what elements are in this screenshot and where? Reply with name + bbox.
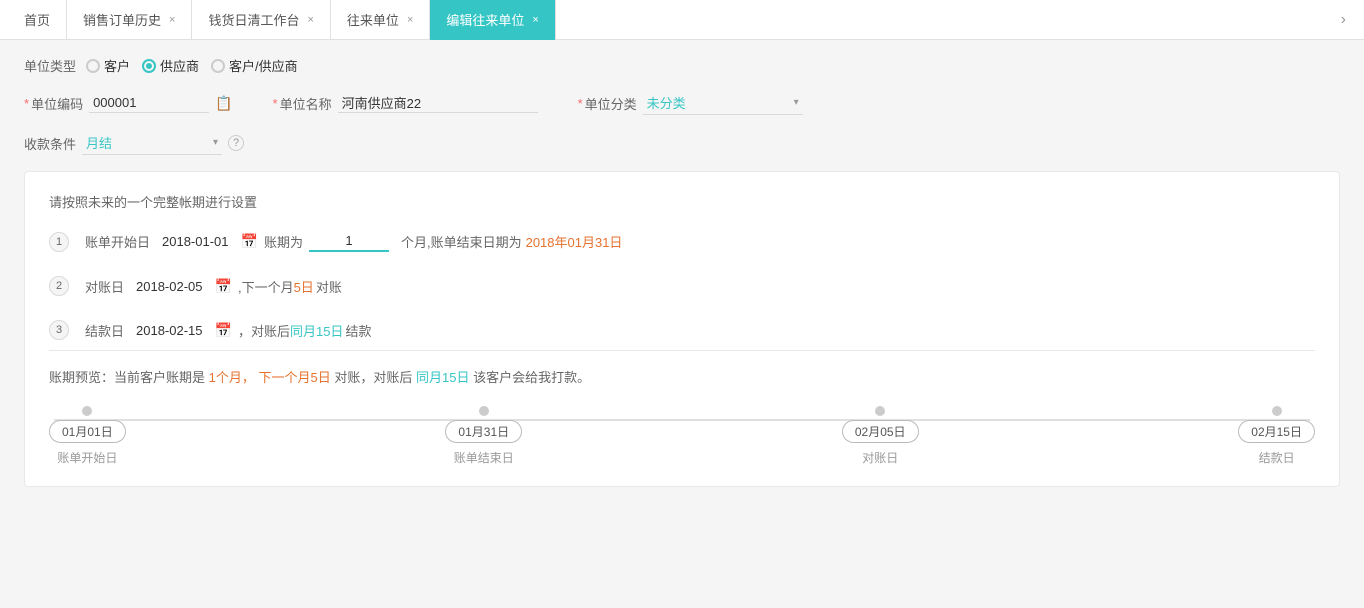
timeline-badge-1: 01月01日 — [49, 420, 126, 443]
tab-edit-partner[interactable]: 编辑往来单位 × — [430, 0, 555, 40]
code-field-group: * 单位编码 📋 — [24, 93, 233, 113]
card-title: 请按照未来的一个完整帐期进行设置 — [49, 192, 1315, 211]
name-input[interactable] — [338, 93, 538, 113]
radio-circle-both — [211, 59, 225, 73]
step3-date: 2018-02-15 — [136, 323, 203, 338]
close-tab-partner-unit[interactable]: × — [407, 14, 413, 26]
step2-calendar-icon[interactable]: 📅 — [215, 278, 232, 295]
step1-date: 2018-01-01 — [162, 234, 229, 249]
code-copy-icon[interactable]: 📋 — [215, 95, 232, 112]
tab-sales-history[interactable]: 销售订单历史 × — [67, 0, 192, 40]
step2-highlight: 5日 — [294, 277, 314, 296]
tab-more-button[interactable]: › — [1331, 11, 1356, 29]
step1-period-label: 账期为 — [264, 232, 303, 251]
step1-label: 账单开始日 — [85, 232, 150, 251]
payment-row: 收款条件 月结 ▾ ? — [24, 131, 1340, 155]
tab-cash-work[interactable]: 钱货日清工作台 × — [192, 0, 330, 40]
radio-label-customer: 客户 — [104, 56, 130, 75]
radio-customer[interactable]: 客户 — [86, 56, 130, 75]
payment-help-icon[interactable]: ? — [228, 135, 244, 151]
timeline-dot-1 — [82, 406, 92, 416]
category-value: 未分类 — [647, 93, 790, 112]
preview-prefix: 账期预览：当前客户账期是 — [49, 370, 205, 385]
timeline: 01月01日 账单开始日 01月31日 账单结束日 02月05日 对账日 — [49, 406, 1315, 466]
step2-label: 对账日 — [85, 277, 124, 296]
step3-calendar-icon[interactable]: 📅 — [215, 322, 232, 339]
preview-part3: 同月15日 — [416, 370, 469, 385]
timeline-items: 01月01日 账单开始日 01月31日 账单结束日 02月05日 对账日 — [49, 406, 1315, 466]
category-field-group: * 单位分类 未分类 ▾ — [578, 91, 803, 115]
code-label: 单位编码 — [31, 94, 83, 113]
timeline-label-2: 账单结束日 — [454, 449, 514, 466]
name-required-star: * — [273, 96, 278, 111]
step1-row: 1 账单开始日 2018-01-01 📅 账期为 个月,账单结束日期为 2018… — [49, 231, 1315, 252]
step3-row: 3 结款日 2018-02-15 📅 ，对账后 同月15日 结款 — [49, 320, 1315, 340]
preview-part2: 下一个月5日 — [259, 370, 331, 385]
step3-highlight: 同月15日 — [290, 321, 343, 340]
timeline-label-1: 账单开始日 — [57, 449, 117, 466]
settings-card: 请按照未来的一个完整帐期进行设置 1 账单开始日 2018-01-01 📅 账期… — [24, 171, 1340, 487]
step3-desc-prefix: ，对账后 — [238, 321, 290, 340]
timeline-point-4: 02月15日 结款日 — [1238, 406, 1315, 466]
category-select[interactable]: 未分类 ▾ — [643, 91, 803, 115]
radio-label-supplier: 供应商 — [160, 56, 199, 75]
category-chevron-icon: ▾ — [794, 97, 799, 108]
timeline-dot-4 — [1272, 406, 1282, 416]
payment-label: 收款条件 — [24, 134, 76, 153]
tab-home[interactable]: 首页 — [8, 0, 67, 40]
timeline-badge-2: 01月31日 — [445, 420, 522, 443]
timeline-dot-3 — [875, 406, 885, 416]
timeline-point-3: 02月05日 对账日 — [842, 406, 919, 466]
step2-row: 2 对账日 2018-02-05 📅 ,下一个月 5日 对账 — [49, 276, 1315, 296]
preview-section: 账期预览：当前客户账期是 1个月， 下一个月5日 对账，对账后 同月15日 该客… — [49, 367, 1315, 386]
step3-num: 3 — [49, 320, 69, 340]
step1-period-input[interactable] — [309, 231, 389, 252]
unit-type-radio-group: 客户 供应商 客户/供应商 — [86, 56, 298, 75]
code-name-category-row: * 单位编码 📋 * 单位名称 * 单位分类 未分类 ▾ — [24, 91, 1340, 115]
step2-desc-suffix: 对账 — [316, 277, 342, 296]
step3-desc-suffix: 结款 — [345, 321, 371, 340]
step2-num: 2 — [49, 276, 69, 296]
timeline-label-4: 结款日 — [1259, 449, 1295, 466]
preview-part1: 1个月， — [209, 370, 255, 385]
payment-select[interactable]: 月结 ▾ — [82, 131, 222, 155]
step3-label: 结款日 — [85, 321, 124, 340]
name-label: 单位名称 — [280, 94, 332, 113]
step1-period-unit: 个月,账单结束日期为 — [401, 232, 522, 251]
close-tab-cash-work[interactable]: × — [307, 14, 313, 26]
unit-type-label: 单位类型 — [24, 56, 76, 75]
tab-partner-unit[interactable]: 往来单位 × — [331, 0, 430, 40]
page-content: 单位类型 客户 供应商 客户/供应商 * 单位编码 📋 * 单位名称 — [0, 40, 1364, 503]
payment-value: 月结 — [86, 133, 209, 152]
timeline-badge-4: 02月15日 — [1238, 420, 1315, 443]
step2-date: 2018-02-05 — [136, 279, 203, 294]
close-tab-sales-history[interactable]: × — [169, 14, 175, 26]
step1-num: 1 — [49, 232, 69, 252]
step1-end-date: 2018年01月31日 — [526, 232, 623, 251]
timeline-label-3: 对账日 — [862, 449, 898, 466]
radio-supplier[interactable]: 供应商 — [142, 56, 199, 75]
timeline-badge-3: 02月05日 — [842, 420, 919, 443]
radio-circle-supplier — [142, 59, 156, 73]
unit-type-row: 单位类型 客户 供应商 客户/供应商 — [24, 56, 1340, 75]
step2-desc-prefix: ,下一个月 — [238, 277, 294, 296]
radio-circle-customer — [86, 59, 100, 73]
code-input[interactable] — [89, 93, 209, 113]
timeline-point-1: 01月01日 账单开始日 — [49, 406, 126, 466]
code-required-star: * — [24, 96, 29, 111]
timeline-point-2: 01月31日 账单结束日 — [445, 406, 522, 466]
close-tab-edit-partner[interactable]: × — [532, 14, 538, 26]
name-field-group: * 单位名称 — [273, 93, 538, 113]
tabs-bar: 首页 销售订单历史 × 钱货日清工作台 × 往来单位 × 编辑往来单位 × › — [0, 0, 1364, 40]
payment-chevron-icon: ▾ — [213, 137, 218, 148]
timeline-dot-2 — [479, 406, 489, 416]
preview-middle: 对账，对账后 — [334, 370, 412, 385]
step1-calendar-icon[interactable]: 📅 — [241, 233, 258, 250]
radio-label-both: 客户/供应商 — [229, 56, 298, 75]
radio-both[interactable]: 客户/供应商 — [211, 56, 298, 75]
category-label: 单位分类 — [585, 94, 637, 113]
category-required-star: * — [578, 96, 583, 111]
preview-suffix: 该客户会给我打款。 — [473, 370, 590, 385]
